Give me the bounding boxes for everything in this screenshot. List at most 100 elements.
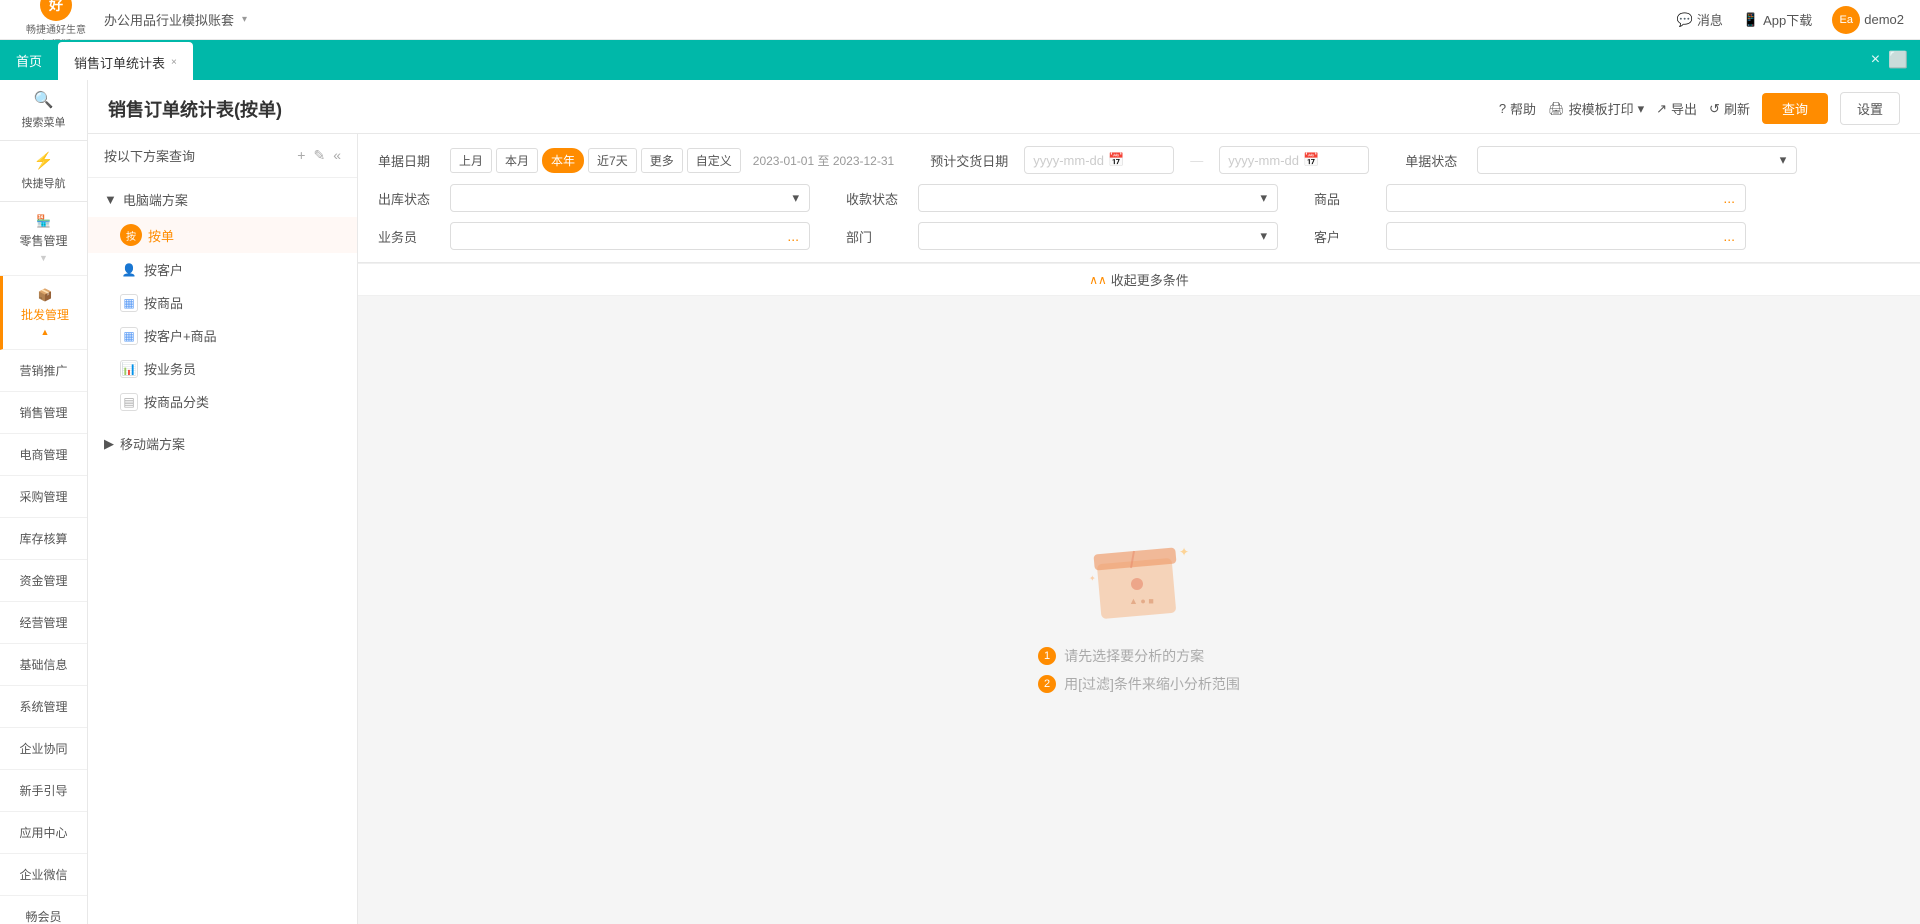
customer-ellipsis[interactable]: ... [1723,228,1735,244]
refresh-icon: ↺ [1709,101,1720,117]
date-last-7days[interactable]: 近7天 [588,148,637,173]
hint-text-2: 用[过滤]条件来缩小分析范围 [1064,674,1240,694]
left-panel-header: 按以下方案查询 + ✎ « [88,134,357,178]
sidebar-item-retail[interactable]: 🏪 零售管理 ▼ [0,202,87,276]
sidebar-item-wholesale[interactable]: 📦 批发管理 ▲ [0,276,87,350]
date-options-group: 上月 本月 本年 近7天 更多 自定义 2023-01-01 至 2023-12… [450,148,894,173]
page-title: 销售订单统计表(按单) [108,96,282,122]
goods-input[interactable]: ... [1386,184,1746,212]
scheme-by-product[interactable]: ▦ 按商品 [88,286,357,319]
empty-svg: ✦ ✦ ▲ ● ■ [1079,526,1199,626]
filter-row-3: 业务员 ... 部门 ▾ 客户 ... [378,222,1900,250]
sidebar-item-marketing[interactable]: 营销推广 [0,350,87,392]
print-button[interactable]: 🖨 按模板打印 ▾ [1548,99,1644,118]
scheme-by-product-category[interactable]: ▤ 按商品分类 [88,385,357,418]
message-icon: 💬 [1677,12,1693,28]
sidebar-quick-nav[interactable]: ⚡ 快捷导航 [0,141,87,202]
sidebar-item-appcenter[interactable]: 应用中心 [0,812,87,854]
scheme-by-salesperson[interactable]: 📊 按业务员 [88,352,357,385]
app-download-label: App下载 [1763,10,1812,29]
quick-nav-icon: ⚡ [34,151,54,171]
payment-dropdown-icon: ▾ [1260,190,1267,206]
user-menu[interactable]: Ea demo2 [1832,6,1904,34]
sidebar-item-operations[interactable]: 经营管理 [0,602,87,644]
payment-select[interactable]: ▾ [918,184,1278,212]
goods-ellipsis[interactable]: ... [1723,190,1735,206]
sidebar-item-ecommerce[interactable]: 电商管理 [0,434,87,476]
by-customer-product-label: 按客户+商品 [144,326,217,345]
tab-home[interactable]: 首页 [0,40,58,80]
tab-minimize-icon[interactable]: × [1871,51,1880,69]
mobile-section-header[interactable]: ▶ 移动端方案 [88,426,357,461]
date-separator: — [1190,153,1203,168]
customer-label: 客户 [1314,227,1370,246]
help-button[interactable]: ? 帮助 [1499,99,1536,118]
tab-maximize-icon[interactable]: ⬜ [1888,50,1908,70]
collapse-bar[interactable]: ∧∧ 收起更多条件 [358,263,1920,296]
collapse-panel-button[interactable]: « [333,147,341,164]
shipment-select[interactable]: ▾ [450,184,810,212]
sidebar-search[interactable]: 🔍 搜索菜单 [0,80,87,141]
add-scheme-button[interactable]: + [297,147,305,164]
app-dropdown-arrow[interactable]: ▾ [242,14,247,25]
payment-label: 收款状态 [846,189,902,208]
status-select[interactable]: ▾ [1477,146,1797,174]
retail-icon: 🏪 [36,214,51,228]
sidebar-item-newbie[interactable]: 新手引导 [0,770,87,812]
desktop-schemes-section: ▼ 电脑端方案 按 按单 👤 按客户 ▦ 按商品 [88,178,357,422]
print-icon: 🖨 [1548,101,1565,117]
scheme-by-customer-product[interactable]: ▦ 按客户+商品 [88,319,357,352]
by-order-icon: 按 [120,224,142,246]
expected-date-end-placeholder: yyyy-mm-dd [1228,153,1299,168]
date-this-year[interactable]: 本年 [542,148,584,173]
content-area: 销售订单统计表(按单) ? 帮助 🖨 按模板打印 ▾ ↗ 导出 ↺ 刷新 [88,80,1920,924]
svg-text:✦: ✦ [1179,545,1189,559]
date-this-month[interactable]: 本月 [496,148,538,173]
by-salesperson-icon: 📊 [120,360,138,378]
expected-date-start[interactable]: yyyy-mm-dd 📅 [1024,146,1174,174]
sidebar-item-purchase[interactable]: 采购管理 [0,476,87,518]
desktop-section-header[interactable]: ▼ 电脑端方案 [88,182,357,217]
sidebar-item-finance[interactable]: 资金管理 [0,560,87,602]
salesperson-ellipsis[interactable]: ... [787,228,799,244]
app-download-button[interactable]: 📱 App下载 [1743,10,1812,29]
by-product-label: 按商品 [144,293,183,312]
message-button[interactable]: 💬 消息 [1677,10,1723,29]
customer-input[interactable]: ... [1386,222,1746,250]
expected-date-end[interactable]: yyyy-mm-dd 📅 [1219,146,1369,174]
salesperson-input[interactable]: ... [450,222,810,250]
sidebar-item-enterprise[interactable]: 企业协同 [0,728,87,770]
settings-button[interactable]: 设置 [1840,92,1900,125]
tab-sales-stats[interactable]: 销售订单统计表 × [58,42,193,82]
edit-scheme-button[interactable]: ✎ [313,147,325,164]
calendar-icon-start: 📅 [1108,152,1124,168]
purchase-label: 采购管理 [19,488,67,505]
inner-layout: 按以下方案查询 + ✎ « ▼ 电脑端方案 按 按单 [88,134,1920,924]
department-select[interactable]: ▾ [918,222,1278,250]
refresh-button[interactable]: ↺ 刷新 [1709,99,1750,118]
date-custom[interactable]: 自定义 [687,148,741,173]
wholesale-label: 批发管理 [21,306,69,323]
member-label: 畅会员 [25,908,61,924]
sidebar-item-basic[interactable]: 基础信息 [0,644,87,686]
right-panel: 单据日期 上月 本月 本年 近7天 更多 自定义 2023-01-01 至 20… [358,134,1920,924]
by-customer-product-icon: ▦ [120,327,138,345]
sidebar-item-system[interactable]: 系统管理 [0,686,87,728]
export-button[interactable]: ↗ 导出 [1656,99,1697,118]
wholesale-icon: 📦 [38,288,53,302]
retail-arrow: ▼ [39,253,48,263]
left-panel-title: 按以下方案查询 [104,146,195,165]
active-tab-label: 销售订单统计表 [74,53,165,72]
sidebar-item-inventory[interactable]: 库存核算 [0,518,87,560]
scheme-by-order[interactable]: 按 按单 [88,217,357,253]
sidebar-item-member[interactable]: 畅会员 [0,896,87,924]
date-more[interactable]: 更多 [641,148,683,173]
date-prev-month[interactable]: 上月 [450,148,492,173]
sidebar-item-wechat[interactable]: 企业微信 [0,854,87,896]
sidebar-item-sales[interactable]: 销售管理 [0,392,87,434]
scheme-by-customer[interactable]: 👤 按客户 [88,253,357,286]
tab-close-icon[interactable]: × [171,57,177,68]
wechat-label: 企业微信 [19,866,67,883]
by-product-category-label: 按商品分类 [144,392,209,411]
query-button[interactable]: 查询 [1762,93,1828,124]
